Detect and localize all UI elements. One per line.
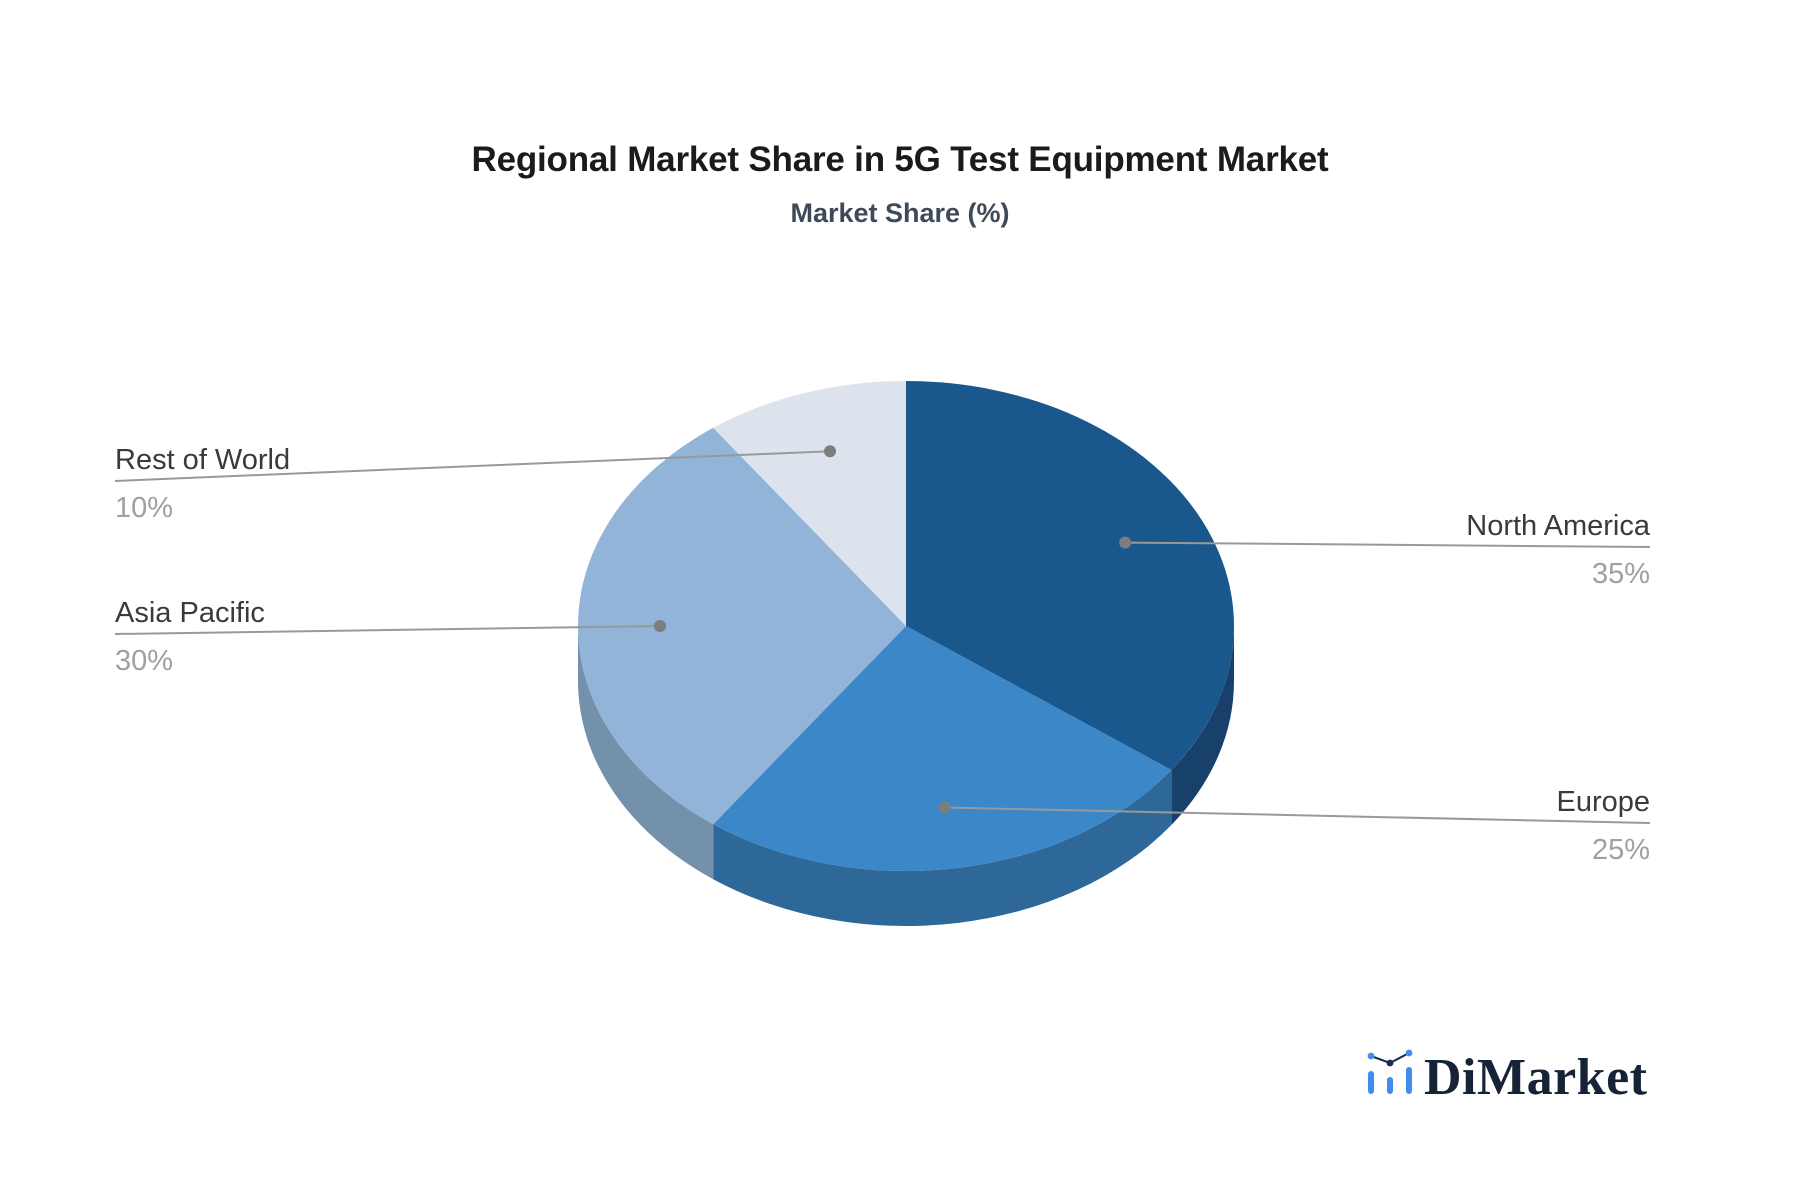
slice-label-north-america: North America 35% — [1220, 507, 1650, 591]
leader-dot-asia-pacific — [654, 620, 666, 632]
leader-dot-north-america — [1119, 536, 1132, 549]
leader-dot-europe — [938, 801, 951, 814]
leader-dot-rest-of-world — [823, 445, 836, 458]
slice-percentage: 10% — [115, 492, 174, 524]
slice-label-rest-of-world: Rest of World 10% — [115, 441, 545, 525]
slice-label-asia-pacific: Asia Pacific 30% — [115, 594, 545, 678]
slice-percentage: 35% — [1591, 558, 1650, 590]
slice-name: Rest of World — [115, 444, 291, 476]
chart-canvas: Regional Market Share in 5G Test Equipme… — [0, 0, 1800, 1196]
slice-name: Asia Pacific — [115, 597, 265, 629]
slice-name: Europe — [1556, 786, 1650, 818]
bar-line-chart-icon — [1367, 1049, 1413, 1094]
slice-label-europe: Europe 25% — [1220, 783, 1650, 867]
slice-name: North America — [1466, 510, 1650, 542]
slice-percentage: 25% — [1591, 834, 1650, 866]
logo-text: DiMarket — [1424, 1049, 1648, 1106]
slice-percentage: 30% — [115, 645, 174, 677]
